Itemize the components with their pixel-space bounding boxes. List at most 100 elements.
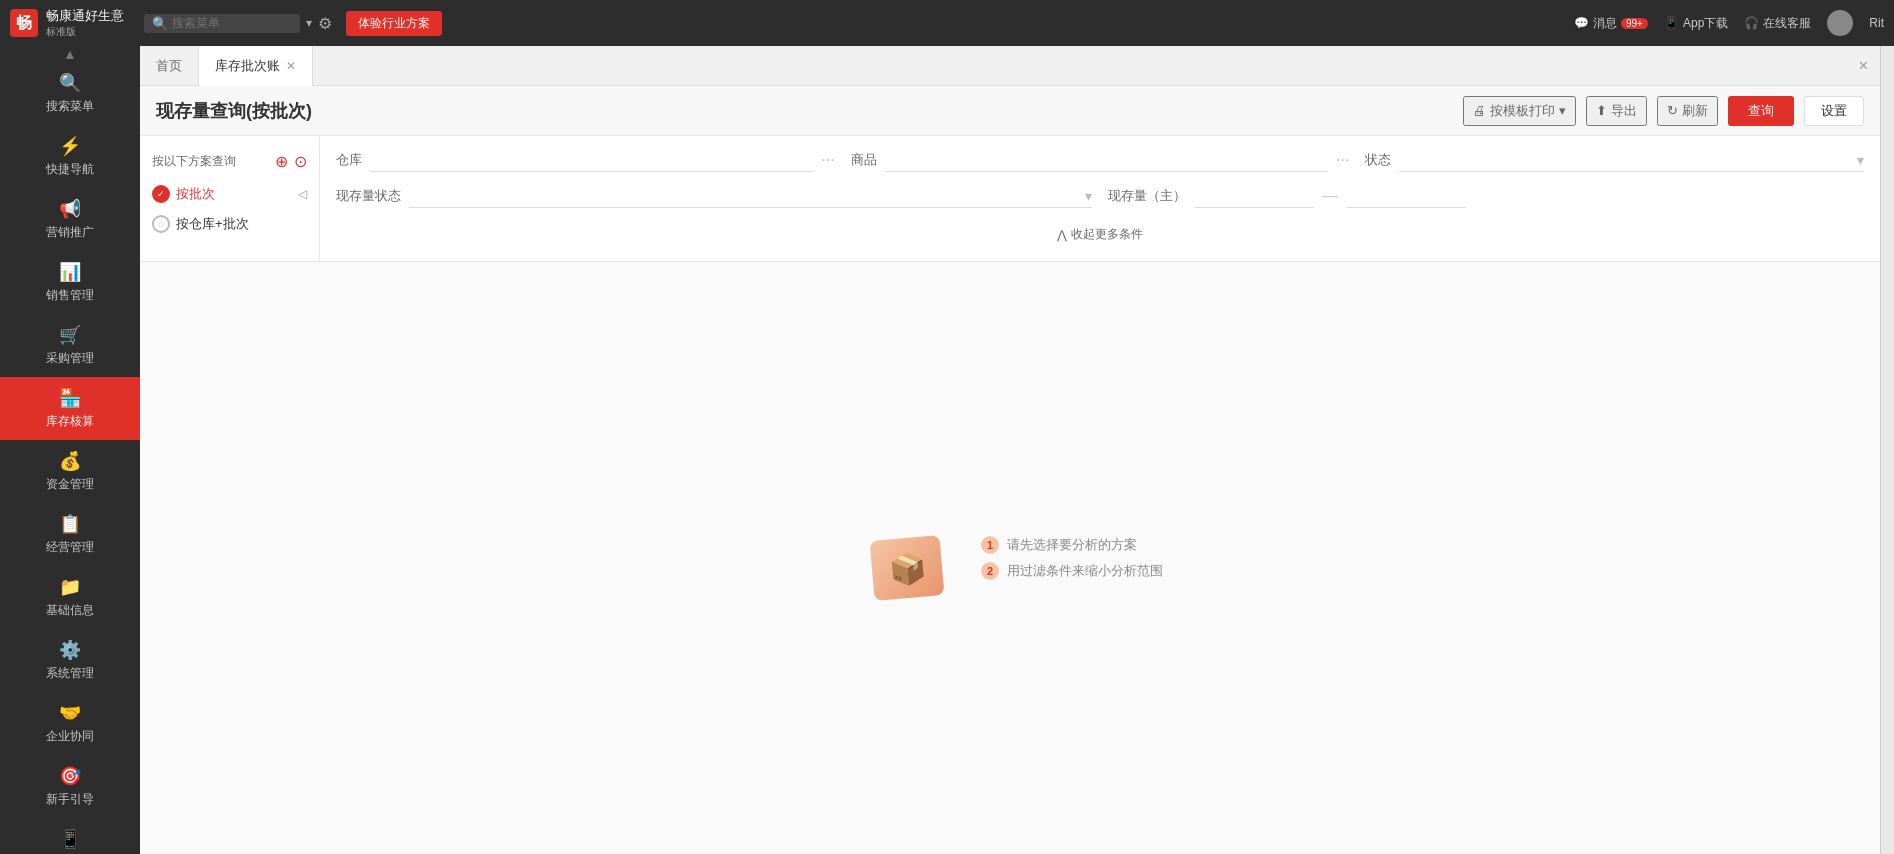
- stock-status-label: 现存量状态: [336, 187, 401, 205]
- sidebar-label-purchase: 采购管理: [46, 350, 94, 367]
- export-button[interactable]: ⬆ 导出: [1586, 96, 1647, 126]
- sidebar-item-quicknav[interactable]: ⚡ 快捷导航: [0, 125, 140, 188]
- page-content: 现存量查询(按批次) 🖨 按模板打印 ▾ ⬆ 导出 ↻ 刷新: [140, 86, 1880, 854]
- sidebar-label-search: 搜索菜单: [46, 98, 94, 115]
- sidebar-item-apps[interactable]: 📱 应用中心: [0, 818, 140, 854]
- export-icon: ⬆: [1596, 103, 1607, 118]
- empty-hint-1: 1 请先选择要分析的方案: [981, 536, 1163, 554]
- sidebar-item-basics[interactable]: 📁 基础信息: [0, 566, 140, 629]
- goods-input[interactable]: [885, 148, 1328, 172]
- sidebar-label-inventory: 库存核算: [46, 413, 94, 430]
- query-button[interactable]: 查询: [1728, 96, 1794, 126]
- warehouse-input[interactable]: [370, 148, 813, 172]
- top-header: 畅 畅康通好生意 标准版 🔍 ▾ ⚙ 体验行业方案 💬 消息 99+ 📱 App…: [0, 0, 1894, 46]
- filter-scheme-sidebar: 按以下方案查询 ⊕ ⊙ ✓ 按批次 ◁ ○ 按仓库+批次: [140, 136, 320, 261]
- apps-icon: 📱: [59, 828, 81, 850]
- sidebar-scroll-up[interactable]: ▲: [0, 46, 140, 62]
- add-scheme-icon[interactable]: ⊕: [275, 152, 288, 171]
- search-input[interactable]: [172, 16, 292, 30]
- scheme-cangku-label: 按仓库+批次: [176, 215, 249, 233]
- sidebar-label-finance: 资金管理: [46, 476, 94, 493]
- print-dropdown-icon: ▾: [1559, 103, 1566, 118]
- status-select[interactable]: [1399, 148, 1857, 171]
- gear-icon-button[interactable]: ⚙: [318, 14, 332, 33]
- warehouse-field: 仓库 ···: [336, 148, 835, 172]
- tab-home[interactable]: 首页: [140, 46, 199, 86]
- status-select-wrap: ▾: [1399, 148, 1864, 172]
- stock-status-field: 现存量状态 ▾: [336, 184, 1092, 208]
- brand-info: 畅康通好生意 标准版: [46, 7, 124, 39]
- settings-button[interactable]: 设置: [1804, 96, 1864, 126]
- user-avatar[interactable]: [1827, 10, 1853, 36]
- sidebar-item-operations[interactable]: 📋 经营管理: [0, 503, 140, 566]
- sidebar-label-enterprise: 企业协同: [46, 728, 94, 745]
- stock-qty-from-input[interactable]: [1194, 184, 1314, 208]
- print-button[interactable]: 🖨 按模板打印 ▾: [1463, 96, 1576, 126]
- messages-action[interactable]: 💬 消息 99+: [1574, 15, 1648, 32]
- refresh-button[interactable]: ↻ 刷新: [1657, 96, 1718, 126]
- app-download-action[interactable]: 📱 App下载: [1664, 15, 1728, 32]
- sidebar-label-system: 系统管理: [46, 665, 94, 682]
- search-icon: 🔍: [152, 16, 168, 31]
- filter-row-1: 仓库 ··· 商品 ··· 状态: [336, 148, 1864, 172]
- empty-hint-2: 2 用过滤条件来缩小分析范围: [981, 562, 1163, 580]
- status-label: 状态: [1365, 151, 1391, 169]
- scheme-item-pici[interactable]: ✓ 按批次 ◁: [140, 179, 319, 209]
- scheme-collapse-arrow[interactable]: ◁: [298, 187, 307, 201]
- filter-sidebar-title: 按以下方案查询: [152, 153, 236, 170]
- page-title: 现存量查询(按批次): [156, 99, 312, 123]
- sidebar-item-finance[interactable]: 💰 资金管理: [0, 440, 140, 503]
- brand-area: 畅 畅康通好生意 标准版: [10, 7, 124, 39]
- stock-qty-to-input[interactable]: [1346, 184, 1466, 208]
- stock-status-select-wrap: ▾: [409, 184, 1092, 208]
- search-bar-area: 🔍 ▾ ⚙ 体验行业方案: [144, 11, 442, 36]
- search-dropdown-button[interactable]: ▾: [306, 16, 312, 30]
- system-icon: ⚙️: [59, 639, 81, 661]
- sidebar-label-sales: 销售管理: [46, 287, 94, 304]
- warehouse-more-icon[interactable]: ···: [821, 151, 834, 169]
- purchase-icon: 🛒: [59, 324, 81, 346]
- service-icon: 🎧: [1744, 16, 1759, 30]
- refresh-label: 刷新: [1682, 102, 1708, 120]
- stock-status-select[interactable]: [409, 184, 1085, 207]
- sidebar-item-system[interactable]: ⚙️ 系统管理: [0, 629, 140, 692]
- sidebar-item-enterprise[interactable]: 🤝 企业协同: [0, 692, 140, 755]
- sidebar-item-inventory[interactable]: 🏪 库存核算: [0, 377, 140, 440]
- empty-box-icon: [870, 535, 945, 601]
- sidebar-item-sales[interactable]: 📊 销售管理: [0, 251, 140, 314]
- goods-label: 商品: [851, 151, 877, 169]
- goods-more-icon[interactable]: ···: [1336, 151, 1349, 169]
- filter-row-2: 现存量状态 ▾ 现存量（主） —: [336, 184, 1864, 208]
- sidebar: ▲ 🔍 搜索菜单 ⚡ 快捷导航 📢 营销推广 📊 销售管理 🛒 采购管理 🏪 库…: [0, 46, 140, 854]
- online-service-action[interactable]: 🎧 在线客服: [1744, 15, 1811, 32]
- tab-home-label: 首页: [156, 57, 182, 75]
- sidebar-label-basics: 基础信息: [46, 602, 94, 619]
- scheme-cangku-icon: ○: [152, 215, 170, 233]
- sidebar-item-search[interactable]: 🔍 搜索菜单: [0, 62, 140, 125]
- main-layout: ▲ 🔍 搜索菜单 ⚡ 快捷导航 📢 营销推广 📊 销售管理 🛒 采购管理 🏪 库…: [0, 46, 1894, 854]
- tab-batch[interactable]: 库存批次账 ✕: [199, 46, 313, 86]
- brand-sub: 标准版: [46, 25, 124, 39]
- experience-button[interactable]: 体验行业方案: [346, 11, 442, 36]
- basics-icon: 📁: [59, 576, 81, 598]
- messages-label: 消息: [1593, 15, 1617, 32]
- sidebar-item-newbie[interactable]: 🎯 新手引导: [0, 755, 140, 818]
- stock-qty-field: 现存量（主） —: [1108, 184, 1864, 208]
- inventory-icon: 🏪: [59, 387, 81, 409]
- content-area: 首页 库存批次账 ✕ × 现存量查询(按批次) 🖨 按模板打印 ▾: [140, 46, 1880, 854]
- sidebar-item-purchase[interactable]: 🛒 采购管理: [0, 314, 140, 377]
- scheme-item-cangku-pici[interactable]: ○ 按仓库+批次: [140, 209, 319, 239]
- marketing-icon: 📢: [59, 198, 81, 220]
- manage-scheme-icon[interactable]: ⊙: [294, 152, 307, 171]
- collapse-more-button[interactable]: ⋀ 收起更多条件: [336, 220, 1864, 249]
- enterprise-icon: 🤝: [59, 702, 81, 724]
- sidebar-item-marketing[interactable]: 📢 营销推广: [0, 188, 140, 251]
- tab-close-panel[interactable]: ×: [1859, 57, 1880, 75]
- message-icon: 💬: [1574, 16, 1589, 30]
- page-header: 现存量查询(按批次) 🖨 按模板打印 ▾ ⬆ 导出 ↻ 刷新: [140, 86, 1880, 136]
- operations-icon: 📋: [59, 513, 81, 535]
- newbie-icon: 🎯: [59, 765, 81, 787]
- stock-status-arrow: ▾: [1085, 188, 1092, 204]
- filter-panel: 按以下方案查询 ⊕ ⊙ ✓ 按批次 ◁ ○ 按仓库+批次: [140, 136, 1880, 262]
- tab-batch-close[interactable]: ✕: [286, 59, 296, 73]
